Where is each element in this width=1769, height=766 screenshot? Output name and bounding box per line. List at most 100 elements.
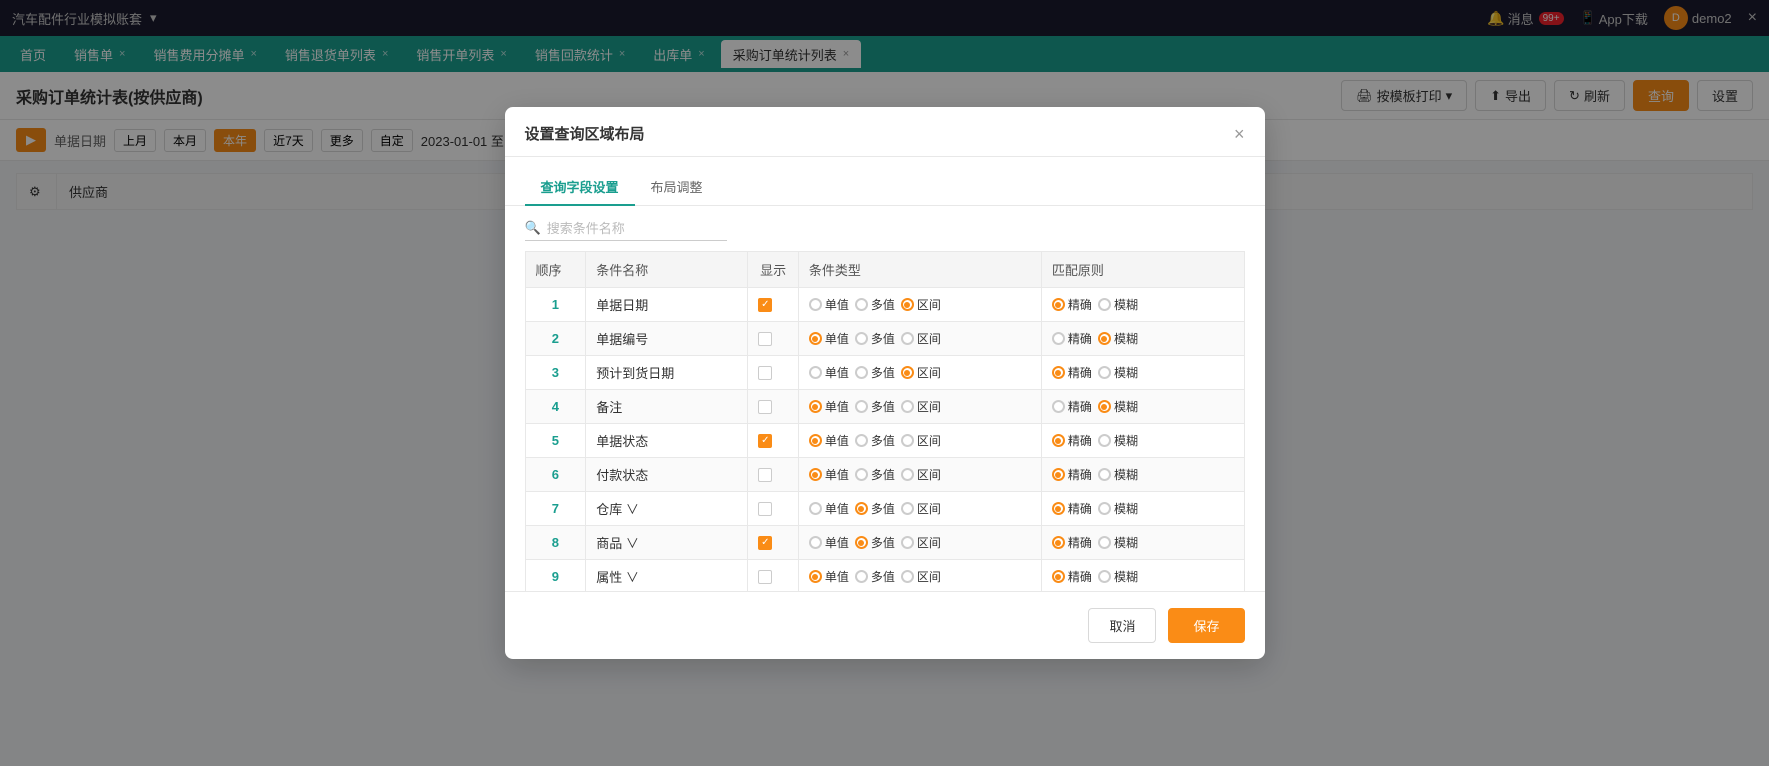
radio-match-精确[interactable]: 精确 <box>1052 364 1092 381</box>
save-btn[interactable]: 保存 <box>1168 608 1244 643</box>
row-order: 2 <box>525 322 586 356</box>
checkbox[interactable] <box>758 502 772 516</box>
checkbox[interactable] <box>758 400 772 414</box>
col-type: 条件类型 <box>798 252 1041 288</box>
row-display-checkbox[interactable] <box>748 424 799 458</box>
row-display-checkbox[interactable] <box>748 288 799 322</box>
checkbox[interactable] <box>758 536 772 550</box>
radio-type-多值[interactable]: 多值 <box>855 500 895 517</box>
radio-type-区间[interactable]: 区间 <box>901 330 941 347</box>
radio-match-模糊[interactable]: 模糊 <box>1098 296 1138 313</box>
settings-modal: 设置查询区域布局 × 查询字段设置 布局调整 🔍 顺序 <box>505 107 1265 659</box>
modal-footer: 取消 保存 <box>505 591 1265 659</box>
table-row: 7仓库 ∨ 单值 多值 区间 精确 模糊 <box>525 492 1244 526</box>
conditions-container: 顺序 条件名称 显示 条件类型 匹配原则 1单据日期 单值 多值 区间 <box>505 251 1265 591</box>
radio-match-精确[interactable]: 精确 <box>1052 330 1092 347</box>
cond-table-body: 1单据日期 单值 多值 区间 精确 模糊 2单据编号 单值 多值 <box>525 288 1244 592</box>
radio-match-模糊[interactable]: 模糊 <box>1098 500 1138 517</box>
radio-type-区间[interactable]: 区间 <box>901 534 941 551</box>
radio-type-单值[interactable]: 单值 <box>809 364 849 381</box>
modal-close-btn[interactable]: × <box>1234 125 1245 143</box>
radio-match-精确[interactable]: 精确 <box>1052 432 1092 449</box>
table-row: 8商品 ∨ 单值 多值 区间 精确 模糊 <box>525 526 1244 560</box>
row-name: 单据编号 <box>586 322 748 356</box>
row-order: 1 <box>525 288 586 322</box>
cond-table-header-row: 顺序 条件名称 显示 条件类型 匹配原则 <box>525 252 1244 288</box>
table-row: 6付款状态 单值 多值 区间 精确 模糊 <box>525 458 1244 492</box>
radio-type-区间[interactable]: 区间 <box>901 500 941 517</box>
radio-type-单值[interactable]: 单值 <box>809 432 849 449</box>
checkbox[interactable] <box>758 332 772 346</box>
radio-type-多值[interactable]: 多值 <box>855 364 895 381</box>
search-row: 🔍 <box>505 206 1265 251</box>
row-name: 备注 <box>586 390 748 424</box>
row-type: 单值 多值 区间 <box>798 526 1041 560</box>
radio-type-区间[interactable]: 区间 <box>901 568 941 585</box>
row-name: 商品 ∨ <box>586 526 748 560</box>
checkbox[interactable] <box>758 468 772 482</box>
radio-type-区间[interactable]: 区间 <box>901 296 941 313</box>
row-match: 精确 模糊 <box>1041 322 1244 356</box>
radio-type-区间[interactable]: 区间 <box>901 364 941 381</box>
radio-type-单值[interactable]: 单值 <box>809 296 849 313</box>
radio-match-精确[interactable]: 精确 <box>1052 500 1092 517</box>
row-display-checkbox[interactable] <box>748 458 799 492</box>
radio-type-多值[interactable]: 多值 <box>855 330 895 347</box>
radio-match-模糊[interactable]: 模糊 <box>1098 330 1138 347</box>
radio-match-模糊[interactable]: 模糊 <box>1098 398 1138 415</box>
radio-type-单值[interactable]: 单值 <box>809 330 849 347</box>
radio-type-区间[interactable]: 区间 <box>901 466 941 483</box>
row-type: 单值 多值 区间 <box>798 458 1041 492</box>
radio-type-多值[interactable]: 多值 <box>855 534 895 551</box>
radio-match-精确[interactable]: 精确 <box>1052 398 1092 415</box>
checkbox[interactable] <box>758 434 772 448</box>
modal-tab-query-fields[interactable]: 查询字段设置 <box>525 169 635 206</box>
row-type: 单值 多值 区间 <box>798 322 1041 356</box>
radio-type-单值[interactable]: 单值 <box>809 534 849 551</box>
col-order: 顺序 <box>525 252 586 288</box>
row-display-checkbox[interactable] <box>748 526 799 560</box>
checkbox[interactable] <box>758 366 772 380</box>
table-row: 5单据状态 单值 多值 区间 精确 模糊 <box>525 424 1244 458</box>
search-input[interactable] <box>547 221 727 236</box>
checkbox[interactable] <box>758 570 772 584</box>
checkbox[interactable] <box>758 298 772 312</box>
row-display-checkbox[interactable] <box>748 560 799 592</box>
radio-match-模糊[interactable]: 模糊 <box>1098 466 1138 483</box>
radio-match-精确[interactable]: 精确 <box>1052 466 1092 483</box>
radio-type-多值[interactable]: 多值 <box>855 398 895 415</box>
row-display-checkbox[interactable] <box>748 492 799 526</box>
radio-type-单值[interactable]: 单值 <box>809 466 849 483</box>
row-type: 单值 多值 区间 <box>798 424 1041 458</box>
radio-type-单值[interactable]: 单值 <box>809 500 849 517</box>
radio-type-区间[interactable]: 区间 <box>901 432 941 449</box>
radio-type-多值[interactable]: 多值 <box>855 568 895 585</box>
row-type: 单值 多值 区间 <box>798 288 1041 322</box>
row-display-checkbox[interactable] <box>748 322 799 356</box>
radio-match-模糊[interactable]: 模糊 <box>1098 534 1138 551</box>
radio-match-模糊[interactable]: 模糊 <box>1098 432 1138 449</box>
radio-type-区间[interactable]: 区间 <box>901 398 941 415</box>
radio-match-精确[interactable]: 精确 <box>1052 296 1092 313</box>
radio-type-单值[interactable]: 单值 <box>809 568 849 585</box>
search-input-wrap: 🔍 <box>525 216 727 241</box>
row-display-checkbox[interactable] <box>748 390 799 424</box>
radio-type-多值[interactable]: 多值 <box>855 466 895 483</box>
cancel-btn[interactable]: 取消 <box>1088 608 1156 643</box>
row-type: 单值 多值 区间 <box>798 356 1041 390</box>
radio-type-多值[interactable]: 多值 <box>855 296 895 313</box>
radio-match-精确[interactable]: 精确 <box>1052 534 1092 551</box>
modal-tabs: 查询字段设置 布局调整 <box>505 157 1265 206</box>
table-row: 1单据日期 单值 多值 区间 精确 模糊 <box>525 288 1244 322</box>
radio-match-模糊[interactable]: 模糊 <box>1098 568 1138 585</box>
radio-match-精确[interactable]: 精确 <box>1052 568 1092 585</box>
row-type: 单值 多值 区间 <box>798 492 1041 526</box>
row-order: 9 <box>525 560 586 592</box>
row-display-checkbox[interactable] <box>748 356 799 390</box>
row-match: 精确 模糊 <box>1041 390 1244 424</box>
modal-tab-layout[interactable]: 布局调整 <box>635 169 719 206</box>
radio-type-多值[interactable]: 多值 <box>855 432 895 449</box>
radio-match-模糊[interactable]: 模糊 <box>1098 364 1138 381</box>
modal-overlay[interactable]: 设置查询区域布局 × 查询字段设置 布局调整 🔍 顺序 <box>0 0 1769 766</box>
radio-type-单值[interactable]: 单值 <box>809 398 849 415</box>
